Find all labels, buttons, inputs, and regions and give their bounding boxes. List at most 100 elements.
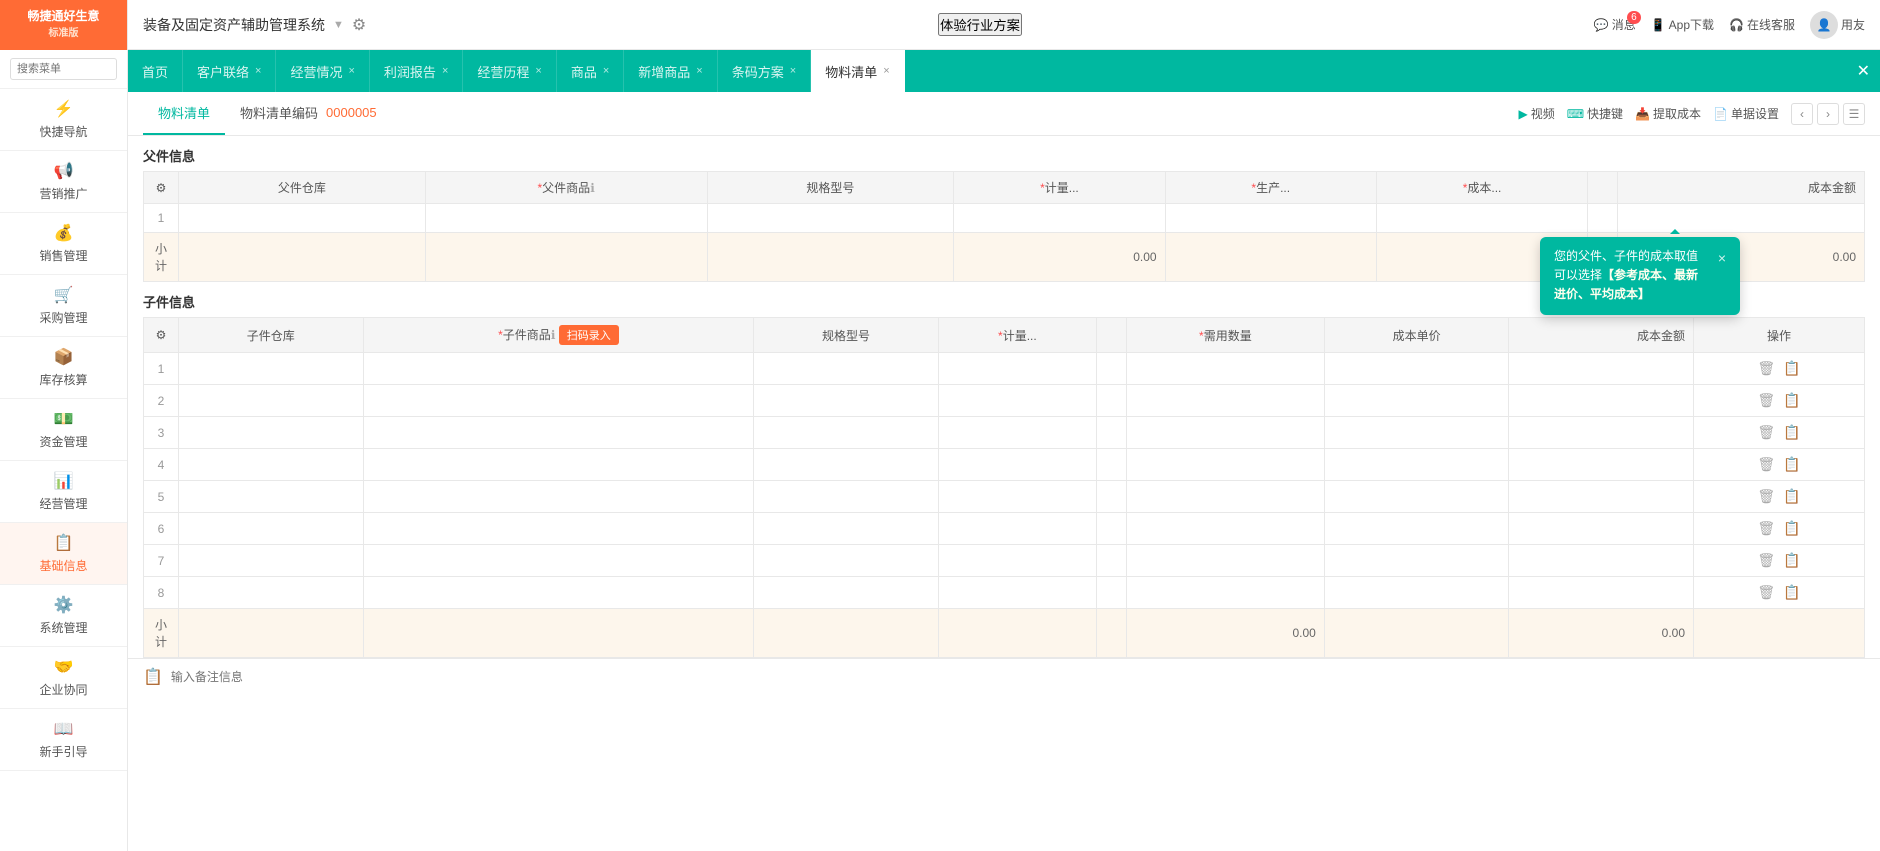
child-row-goods[interactable] xyxy=(363,385,754,417)
tooltip-close-button[interactable]: × xyxy=(1718,247,1726,269)
scan-button[interactable]: 扫码录入 xyxy=(559,325,619,345)
nav-next-button[interactable]: › xyxy=(1817,103,1839,125)
tab-close-icon[interactable]: × xyxy=(603,65,609,77)
child-row-qty[interactable] xyxy=(1126,385,1324,417)
nav-tab-bom[interactable]: 物料清单 × xyxy=(811,50,904,92)
copy-icon[interactable]: 📋 xyxy=(1783,552,1800,569)
search-input[interactable] xyxy=(10,58,117,80)
parent-row-1-production[interactable] xyxy=(1165,204,1376,233)
settings-button[interactable]: ⚙ xyxy=(352,15,366,35)
child-row-spec[interactable] xyxy=(754,353,939,385)
child-row-spec[interactable] xyxy=(754,577,939,609)
delete-icon[interactable]: 🗑 xyxy=(1757,456,1775,473)
child-row-spec[interactable] xyxy=(754,545,939,577)
user-avatar[interactable]: 👤 用友 xyxy=(1810,11,1865,39)
child-row-goods[interactable] xyxy=(363,417,754,449)
child-row-unit-cost[interactable] xyxy=(1324,513,1509,545)
child-row-cost-amount[interactable] xyxy=(1509,449,1694,481)
delete-icon[interactable]: 🗑 xyxy=(1757,392,1775,409)
child-row-goods[interactable] xyxy=(363,513,754,545)
tab-close-icon[interactable]: × xyxy=(442,65,448,77)
app-download-btn[interactable]: 📱 App下载 xyxy=(1651,16,1714,33)
view-action-btn[interactable]: ▶ 视频 xyxy=(1518,105,1554,122)
sub-tab-bom-code[interactable]: 物料清单编码 0000005 xyxy=(225,92,392,135)
sidebar-item-purchase[interactable]: 🛒 采购管理 xyxy=(0,275,127,337)
child-row-unit-cost[interactable] xyxy=(1324,481,1509,513)
child-row-cost-amount[interactable] xyxy=(1509,513,1694,545)
child-row-cost-amount[interactable] xyxy=(1509,577,1694,609)
child-row-measure[interactable] xyxy=(938,545,1096,577)
sidebar-item-marketing[interactable]: 📢 营销推广 xyxy=(0,151,127,213)
child-row-qty[interactable] xyxy=(1126,545,1324,577)
parent-row-1-cost-type[interactable] xyxy=(1376,204,1587,233)
nav-tab-goods[interactable]: 商品 × xyxy=(557,50,624,92)
single-settings-btn[interactable]: 📄 单据设置 xyxy=(1713,105,1779,122)
delete-icon[interactable]: 🗑 xyxy=(1757,488,1775,505)
child-row-measure[interactable] xyxy=(938,513,1096,545)
shortcut-action-btn[interactable]: ⌨ 快捷键 xyxy=(1567,105,1623,122)
child-row-measure[interactable] xyxy=(938,417,1096,449)
sidebar-item-guide[interactable]: 📖 新手引导 xyxy=(0,709,127,771)
child-row-warehouse[interactable] xyxy=(179,353,364,385)
sidebar-item-inventory[interactable]: 📦 库存核算 xyxy=(0,337,127,399)
extract-cost-btn[interactable]: 📥 提取成本 xyxy=(1635,105,1701,122)
child-row-measure[interactable] xyxy=(938,577,1096,609)
child-row-qty[interactable] xyxy=(1126,353,1324,385)
child-row-goods[interactable] xyxy=(363,545,754,577)
child-row-qty[interactable] xyxy=(1126,481,1324,513)
delete-icon[interactable]: 🗑 xyxy=(1757,424,1775,441)
child-row-cost-amount[interactable] xyxy=(1509,481,1694,513)
nav-list-button[interactable]: ☰ xyxy=(1843,103,1865,125)
parent-row-1-measure[interactable] xyxy=(954,204,1165,233)
child-row-measure[interactable] xyxy=(938,481,1096,513)
nav-tab-operation[interactable]: 经营情况 × xyxy=(276,50,369,92)
sidebar-item-basic-info[interactable]: 📋 基础信息 xyxy=(0,523,127,585)
child-row-spec[interactable] xyxy=(754,449,939,481)
copy-icon[interactable]: 📋 xyxy=(1783,456,1800,473)
child-row-warehouse[interactable] xyxy=(179,513,364,545)
delete-icon[interactable]: 🗑 xyxy=(1757,520,1775,537)
delete-icon[interactable]: 🗑 xyxy=(1757,552,1775,569)
child-row-unit-cost[interactable] xyxy=(1324,385,1509,417)
delete-icon[interactable]: 🗑 xyxy=(1757,584,1775,601)
sidebar-item-enterprise[interactable]: 🤝 企业协同 xyxy=(0,647,127,709)
child-row-qty[interactable] xyxy=(1126,417,1324,449)
child-row-goods[interactable] xyxy=(363,577,754,609)
nav-tab-profit[interactable]: 利润报告 × xyxy=(370,50,463,92)
trial-button[interactable]: 体验行业方案 xyxy=(938,13,1022,36)
sidebar-item-finance[interactable]: 💵 资金管理 xyxy=(0,399,127,461)
child-row-warehouse[interactable] xyxy=(179,385,364,417)
nav-tab-barcode[interactable]: 条码方案 × xyxy=(718,50,811,92)
child-row-spec[interactable] xyxy=(754,481,939,513)
child-row-unit-cost[interactable] xyxy=(1324,577,1509,609)
copy-icon[interactable]: 📋 xyxy=(1783,424,1800,441)
tab-close-icon[interactable]: × xyxy=(348,65,354,77)
copy-icon[interactable]: 📋 xyxy=(1783,360,1800,377)
child-row-cost-amount[interactable] xyxy=(1509,545,1694,577)
nav-tab-customer[interactable]: 客户联络 × xyxy=(183,50,276,92)
child-row-cost-amount[interactable] xyxy=(1509,385,1694,417)
nav-tab-new-goods[interactable]: 新增商品 × xyxy=(624,50,717,92)
parent-row-1-spec[interactable] xyxy=(707,204,954,233)
nav-prev-button[interactable]: ‹ xyxy=(1791,103,1813,125)
online-service-btn[interactable]: 🎧 在线客服 xyxy=(1729,16,1795,33)
copy-icon[interactable]: 📋 xyxy=(1783,584,1800,601)
child-row-goods[interactable] xyxy=(363,449,754,481)
child-row-warehouse[interactable] xyxy=(179,449,364,481)
child-row-spec[interactable] xyxy=(754,385,939,417)
child-row-measure[interactable] xyxy=(938,449,1096,481)
child-row-cost-amount[interactable] xyxy=(1509,353,1694,385)
tab-close-icon[interactable]: × xyxy=(696,65,702,77)
child-row-unit-cost[interactable] xyxy=(1324,545,1509,577)
tab-close-icon[interactable]: × xyxy=(883,65,889,77)
child-row-warehouse[interactable] xyxy=(179,481,364,513)
child-row-measure[interactable] xyxy=(938,353,1096,385)
sub-tab-bom-list[interactable]: 物料清单 xyxy=(143,92,225,135)
sidebar-item-quick-nav[interactable]: ⚡ 快捷导航 xyxy=(0,89,127,151)
child-row-spec[interactable] xyxy=(754,417,939,449)
close-all-tabs-button[interactable]: ✕ xyxy=(1847,61,1880,81)
child-row-unit-cost[interactable] xyxy=(1324,353,1509,385)
delete-icon[interactable]: 🗑 xyxy=(1757,360,1775,377)
child-row-unit-cost[interactable] xyxy=(1324,449,1509,481)
sidebar-item-system[interactable]: ⚙️ 系统管理 xyxy=(0,585,127,647)
